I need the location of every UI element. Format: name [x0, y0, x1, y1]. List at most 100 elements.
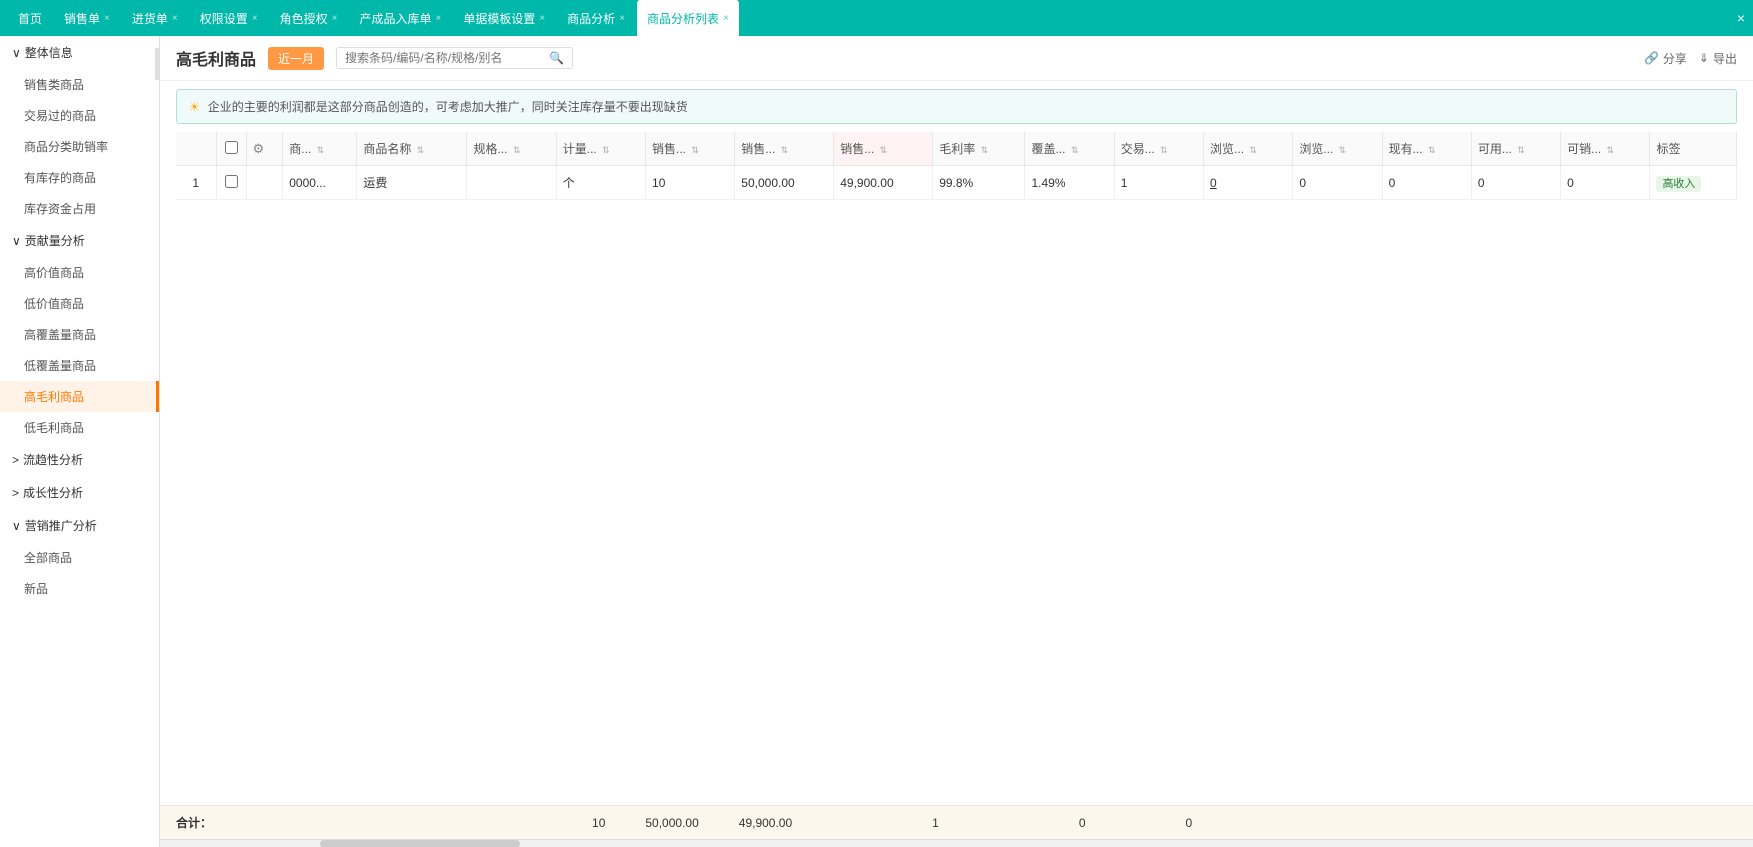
col-header-tag[interactable]: 标签	[1650, 132, 1737, 166]
col-header-code[interactable]: 商... ⇅	[283, 132, 357, 166]
export-button[interactable]: ⇓ 导出	[1699, 50, 1737, 67]
sort-icon: ⇅	[317, 145, 325, 155]
chevron-down-icon: ∨	[12, 46, 21, 60]
sidebar-item-low-value[interactable]: 低价值商品	[0, 288, 159, 319]
nav-tab-purchase[interactable]: 进货单 ×	[122, 0, 188, 36]
nav-tab-product-stock[interactable]: 产成品入库单 ×	[349, 0, 451, 36]
sidebar-group-marketing[interactable]: ∨ 营销推广分析	[0, 509, 159, 542]
sidebar-item-high-value[interactable]: 高价值商品	[0, 257, 159, 288]
close-icon[interactable]: ×	[332, 13, 338, 24]
chevron-right-icon: >	[12, 486, 19, 500]
sidebar-item-low-coverage[interactable]: 低覆盖量商品	[0, 350, 159, 381]
nav-tab-sales[interactable]: 销售单 ×	[54, 0, 120, 36]
main-layout: 《 ∨ 整体信息 销售类商品 交易过的商品 商品分类助销率 有库存的商品 库存资…	[0, 36, 1753, 847]
sidebar-group-trend[interactable]: > 流趋性分析	[0, 443, 159, 476]
nav-tab-template[interactable]: 单据模板设置 ×	[453, 0, 555, 36]
close-icon[interactable]: ×	[539, 13, 545, 24]
sort-icon: ⇅	[1517, 145, 1525, 155]
search-icon[interactable]: 🔍	[549, 51, 564, 65]
col-header-view1[interactable]: 浏览... ⇅	[1204, 132, 1293, 166]
row-unit: 个	[556, 166, 645, 200]
sidebar-group-overall[interactable]: ∨ 整体信息	[0, 36, 159, 69]
share-button[interactable]: 🔗 分享	[1644, 50, 1687, 67]
row-view1[interactable]: 0	[1204, 166, 1293, 200]
close-icon[interactable]: ×	[252, 13, 258, 24]
close-icon[interactable]: ×	[104, 13, 110, 24]
row-tag: 高收入	[1650, 166, 1737, 200]
close-all-tabs-button[interactable]: ×	[1737, 10, 1745, 26]
col-header-name[interactable]: 商品名称 ⇅	[357, 132, 467, 166]
header-actions: 🔗 分享 ⇓ 导出	[1644, 50, 1737, 67]
chevron-right-icon: >	[12, 453, 19, 467]
search-input[interactable]	[345, 51, 545, 65]
sidebar-item-stock-capital[interactable]: 库存资金占用	[0, 193, 159, 224]
notice-icon: ☀	[189, 100, 200, 114]
row-index: 1	[176, 166, 216, 200]
col-header-sales-profit[interactable]: 销售... ⇅	[834, 132, 933, 166]
col-header-spec[interactable]: 规格... ⇅	[467, 132, 556, 166]
sort-icon: ⇅	[781, 145, 789, 155]
filter-recent-month-button[interactable]: 近一月	[268, 47, 324, 70]
row-sales-qty: 10	[646, 166, 735, 200]
footer-sales-amount: 50,000.00	[645, 816, 698, 830]
nav-tab-role[interactable]: 角色授权 ×	[270, 0, 348, 36]
col-header-sales-amount[interactable]: 销售... ⇅	[735, 132, 834, 166]
top-navigation: 首页 销售单 × 进货单 × 权限设置 × 角色授权 × 产成品入库单 × 单据…	[0, 0, 1753, 36]
col-header-check[interactable]	[216, 132, 246, 166]
nav-tab-product-analysis[interactable]: 商品分析 ×	[557, 0, 635, 36]
content-header: 高毛利商品 近一月 🔍 🔗 分享 ⇓ 导出	[160, 36, 1753, 81]
close-icon[interactable]: ×	[723, 13, 729, 24]
scroll-thumb[interactable]	[320, 840, 520, 847]
col-header-gear[interactable]: ⚙	[246, 132, 283, 166]
sort-icon: ⇅	[1339, 145, 1347, 155]
footer-sales-profit: 49,900.00	[739, 816, 792, 830]
export-icon: ⇓	[1699, 51, 1709, 65]
nav-tab-product-analysis-list[interactable]: 商品分析列表 ×	[637, 0, 739, 36]
close-icon[interactable]: ×	[435, 13, 441, 24]
col-header-unit[interactable]: 计量... ⇅	[556, 132, 645, 166]
sidebar-item-low-margin[interactable]: 低毛利商品	[0, 412, 159, 443]
close-icon[interactable]: ×	[172, 13, 178, 24]
nav-tab-home[interactable]: 首页	[8, 0, 52, 36]
footer-current-stock: 0	[1079, 816, 1086, 830]
sidebar-item-high-coverage[interactable]: 高覆盖量商品	[0, 319, 159, 350]
col-header-view2[interactable]: 浏览... ⇅	[1293, 132, 1382, 166]
col-header-available-stock[interactable]: 可用... ⇅	[1471, 132, 1560, 166]
close-icon[interactable]: ×	[619, 13, 625, 24]
sidebar-item-high-margin[interactable]: 高毛利商品	[0, 381, 159, 412]
sidebar-group-growth[interactable]: > 成长性分析	[0, 476, 159, 509]
row-code: 0000...	[283, 166, 357, 200]
footer-sales-qty: 10	[592, 816, 605, 830]
nav-tab-permission[interactable]: 权限设置 ×	[190, 0, 268, 36]
row-view2: 0	[1293, 166, 1382, 200]
row-coverage: 1.49%	[1025, 166, 1114, 200]
col-header-gross-margin[interactable]: 毛利率 ⇅	[933, 132, 1025, 166]
select-all-checkbox[interactable]	[225, 141, 238, 154]
sidebar-item-in-stock[interactable]: 有库存的商品	[0, 162, 159, 193]
data-table-container[interactable]: ⚙ 商... ⇅ 商品名称 ⇅ 规格... ⇅	[160, 132, 1753, 805]
horizontal-scrollbar[interactable]	[160, 839, 1753, 847]
col-header-coverage[interactable]: 覆盖... ⇅	[1025, 132, 1114, 166]
col-header-sales-qty[interactable]: 销售... ⇅	[646, 132, 735, 166]
sidebar-item-traded-goods[interactable]: 交易过的商品	[0, 100, 159, 131]
content-area: 高毛利商品 近一月 🔍 🔗 分享 ⇓ 导出 ☀ 企业的主要的利润都是这部分商品创…	[160, 36, 1753, 847]
col-header-current-stock[interactable]: 现有... ⇅	[1382, 132, 1471, 166]
col-header-transaction[interactable]: 交易... ⇅	[1114, 132, 1203, 166]
row-action-cell	[246, 166, 283, 200]
sidebar-group-contribution[interactable]: ∨ 贡献量分析	[0, 224, 159, 257]
sidebar-item-all-goods[interactable]: 全部商品	[0, 542, 159, 573]
col-header-index	[176, 132, 216, 166]
gear-icon[interactable]: ⚙	[253, 141, 265, 156]
row-checkbox-cell[interactable]	[216, 166, 246, 200]
sort-icon: ⇅	[1607, 145, 1615, 155]
col-header-sellable[interactable]: 可销... ⇅	[1561, 132, 1650, 166]
row-available-stock: 0	[1471, 166, 1560, 200]
sort-icon: ⇅	[1160, 145, 1168, 155]
sort-icon: ⇅	[880, 145, 888, 155]
footer-available-stock: 0	[1186, 816, 1193, 830]
sidebar-item-new-goods[interactable]: 新品	[0, 573, 159, 604]
sidebar-item-category-rate[interactable]: 商品分类助销率	[0, 131, 159, 162]
chevron-down-icon: ∨	[12, 519, 21, 533]
row-checkbox[interactable]	[225, 175, 238, 188]
sidebar-item-sales-goods[interactable]: 销售类商品	[0, 69, 159, 100]
